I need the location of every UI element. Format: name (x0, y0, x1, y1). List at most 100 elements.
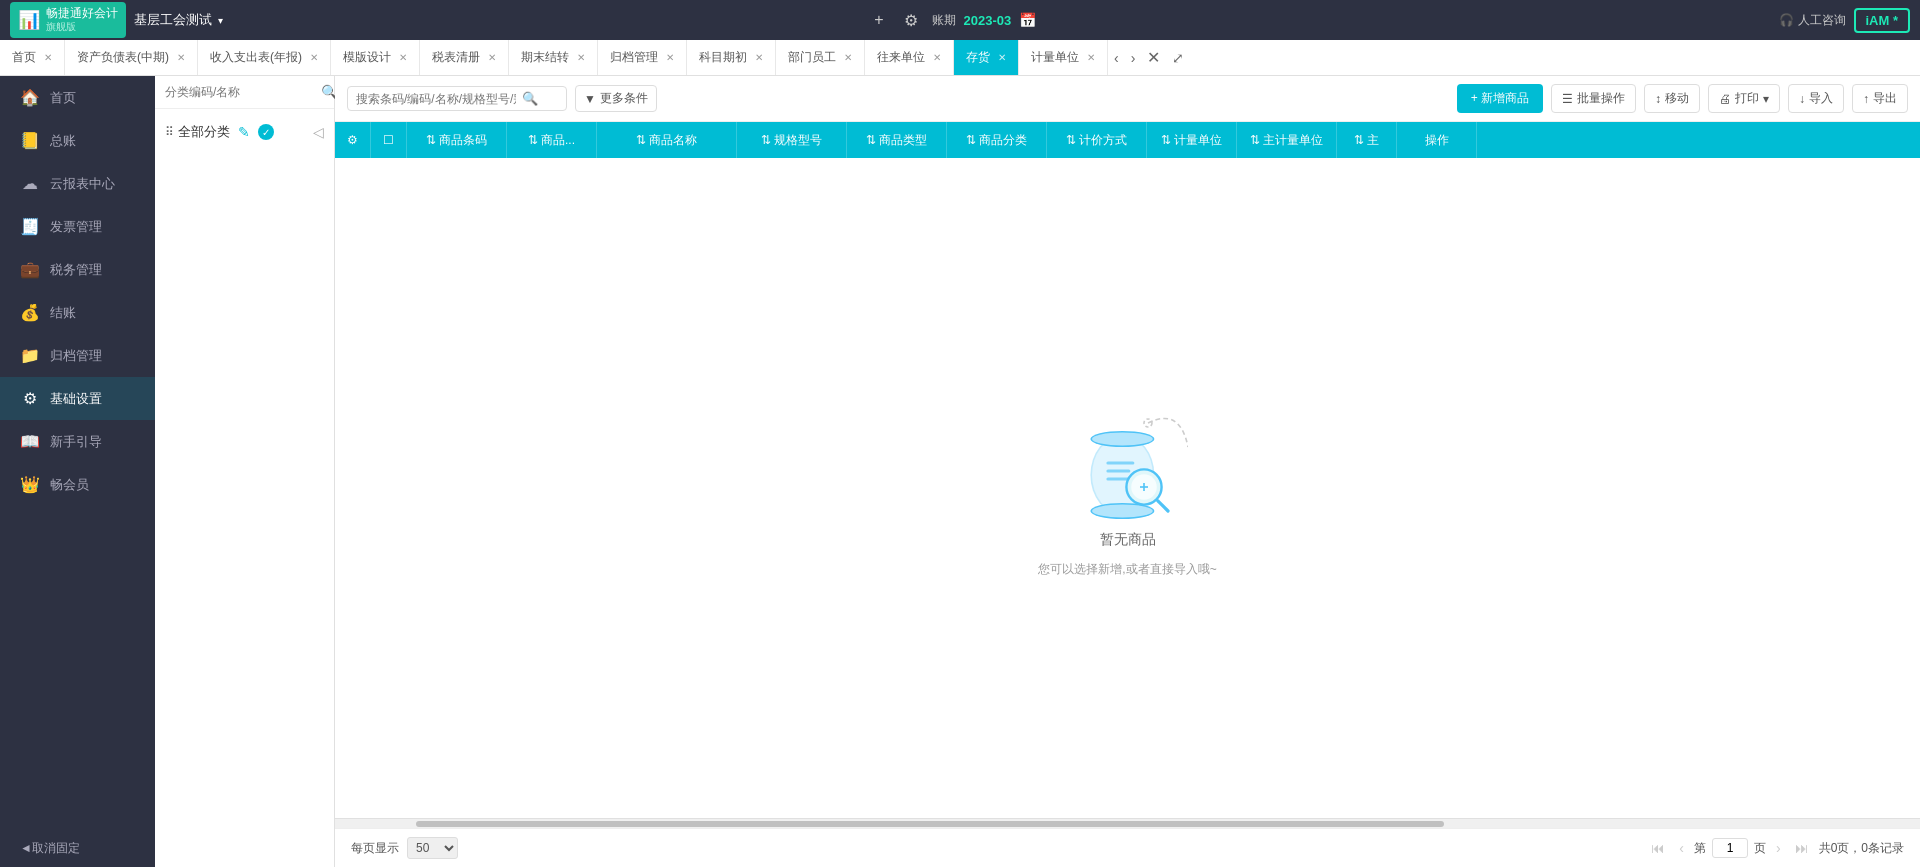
tab-balance-label: 资产负债表(中期) (77, 49, 169, 66)
sidebar-item-home-label: 首页 (50, 89, 76, 107)
page-last-button[interactable]: ⏭ (1791, 838, 1813, 858)
tab-period-close-close[interactable]: ✕ (577, 52, 585, 63)
tab-next-button[interactable]: › (1125, 50, 1142, 66)
tab-income-close[interactable]: ✕ (310, 52, 318, 63)
print-icon: 🖨 (1719, 92, 1731, 106)
th-pricing-label: 计价方式 (1079, 132, 1127, 149)
import-button[interactable]: ↓ 导入 (1788, 84, 1844, 113)
svg-point-7 (1092, 432, 1153, 445)
page-input[interactable] (1712, 838, 1748, 858)
tab-prev-button[interactable]: ‹ (1108, 50, 1125, 66)
workspace-dropdown-icon[interactable]: ▾ (218, 15, 223, 26)
th-mainunit[interactable]: ⇅ 主计量单位 (1237, 122, 1337, 158)
sidebar-item-ledger[interactable]: 📒 总账 (0, 119, 155, 162)
tab-tax[interactable]: 税表清册 ✕ (420, 40, 509, 75)
sidebar-item-cloud[interactable]: ☁ 云报表中心 (0, 162, 155, 205)
tab-measure-close[interactable]: ✕ (1087, 52, 1095, 63)
sidebar-item-tax[interactable]: 💼 税务管理 (0, 248, 155, 291)
horizontal-scrollbar[interactable] (335, 818, 1920, 828)
tab-contacts[interactable]: 往来单位 ✕ (865, 40, 954, 75)
category-search-input[interactable] (165, 85, 315, 99)
tab-expand-button[interactable]: ⤢ (1166, 50, 1190, 66)
sidebar-item-tax-label: 税务管理 (50, 261, 102, 279)
workspace-name[interactable]: 基层工会测试 ▾ (134, 11, 860, 29)
sidebar-item-member[interactable]: 👑 畅会员 (0, 463, 155, 506)
th-settings[interactable]: ⚙ (335, 122, 371, 158)
iam-button[interactable]: iAM * (1854, 8, 1911, 33)
tab-home[interactable]: 首页 ✕ (0, 40, 65, 75)
sidebar-item-archive[interactable]: 📁 归档管理 (0, 334, 155, 377)
page-unit: 页 (1754, 840, 1766, 857)
sidebar-cancel-fixed[interactable]: ◄取消固定 (0, 830, 155, 867)
tab-inventory[interactable]: 存货 ✕ (954, 40, 1019, 75)
add-tab-button[interactable]: + (868, 9, 889, 31)
scrollbar-thumb[interactable] (416, 821, 1444, 827)
tab-balance-close[interactable]: ✕ (177, 52, 185, 63)
sidebar-item-invoice[interactable]: 🧾 发票管理 (0, 205, 155, 248)
tab-archive-close[interactable]: ✕ (666, 52, 674, 63)
category-edit-btn[interactable]: ✓ (258, 124, 274, 140)
settings-button[interactable]: ⚙ (898, 9, 924, 32)
page-next-button[interactable]: › (1772, 838, 1785, 858)
sidebar-item-checkout[interactable]: 💰 结账 (0, 291, 155, 334)
sidebar-item-guide[interactable]: 📖 新手引导 (0, 420, 155, 463)
help-button[interactable]: 🎧 人工咨询 (1779, 12, 1846, 29)
tab-department-close[interactable]: ✕ (844, 52, 852, 63)
th-category[interactable]: ⇅ 商品分类 (947, 122, 1047, 158)
calendar-icon[interactable]: 📅 (1019, 12, 1036, 28)
move-button[interactable]: ↕ 移动 (1644, 84, 1700, 113)
page-prev-button[interactable]: ‹ (1675, 838, 1688, 858)
top-bar: 📊 畅捷通好会计 旗舰版 基层工会测试 ▾ + ⚙ 账期 2023-03 📅 🎧… (0, 0, 1920, 40)
tab-home-close[interactable]: ✕ (44, 52, 52, 63)
tab-archive[interactable]: 归档管理 ✕ (598, 40, 687, 75)
th-name[interactable]: ⇅ 商品名称 (597, 122, 737, 158)
th-code[interactable]: ⇅ 商品... (507, 122, 597, 158)
tab-template[interactable]: 模版设计 ✕ (331, 40, 420, 75)
tab-close-all-button[interactable]: ✕ (1141, 48, 1166, 67)
th-unit[interactable]: ⇅ 计量单位 (1147, 122, 1237, 158)
tab-subject[interactable]: 科目期初 ✕ (687, 40, 776, 75)
tab-inventory-close[interactable]: ✕ (998, 52, 1006, 63)
settings-icon: ⚙ (20, 389, 40, 408)
sidebar-item-settings[interactable]: ⚙ 基础设置 (0, 377, 155, 420)
tab-period-close[interactable]: 期末结转 ✕ (509, 40, 598, 75)
sidebar-item-member-label: 畅会员 (50, 476, 89, 494)
th-extra[interactable]: ⇅ 主 (1337, 122, 1397, 158)
sidebar-item-archive-label: 归档管理 (50, 347, 102, 365)
add-product-label: + 新增商品 (1471, 90, 1529, 107)
th-checkbox[interactable]: ☐ (371, 122, 407, 158)
empty-state: 暂无商品 您可以选择新增,或者直接导入哦~ (1038, 399, 1216, 578)
tree-grid-icon: ⠿ (165, 125, 174, 139)
product-search-input[interactable] (356, 92, 516, 106)
tab-contacts-close[interactable]: ✕ (933, 52, 941, 63)
sidebar-item-home[interactable]: 🏠 首页 (0, 76, 155, 119)
sidebar: 🏠 首页 📒 总账 ☁ 云报表中心 🧾 发票管理 💼 税务管理 💰 结账 📁 归… (0, 76, 155, 867)
batch-button[interactable]: ☰ 批量操作 (1551, 84, 1636, 113)
tab-income[interactable]: 收入支出表(年报) ✕ (198, 40, 331, 75)
category-edit-icon[interactable]: ✎ (238, 124, 250, 140)
product-search-icon[interactable]: 🔍 (522, 91, 538, 106)
tab-subject-close[interactable]: ✕ (755, 52, 763, 63)
svg-rect-3 (1106, 461, 1134, 464)
page-size-select[interactable]: 50 20 100 (407, 837, 458, 859)
more-filter-button[interactable]: ▼ 更多条件 (575, 85, 657, 112)
tab-inventory-label: 存货 (966, 49, 990, 66)
tab-tax-close[interactable]: ✕ (488, 52, 496, 63)
th-pricing[interactable]: ⇅ 计价方式 (1047, 122, 1147, 158)
th-barcode[interactable]: ⇅ 商品条码 (407, 122, 507, 158)
th-type[interactable]: ⇅ 商品类型 (847, 122, 947, 158)
tree-collapse-icon[interactable]: ◁ (313, 124, 324, 140)
th-spec[interactable]: ⇅ 规格型号 (737, 122, 847, 158)
export-button[interactable]: ↑ 导出 (1852, 84, 1908, 113)
page-first-button[interactable]: ⏮ (1647, 838, 1669, 858)
print-button[interactable]: 🖨 打印 ▾ (1708, 84, 1780, 113)
tab-template-close[interactable]: ✕ (399, 52, 407, 63)
add-product-button[interactable]: + 新增商品 (1457, 84, 1543, 113)
th-name-label: 商品名称 (649, 132, 697, 149)
th-type-label: 商品类型 (879, 132, 927, 149)
tab-measure[interactable]: 计量单位 ✕ (1019, 40, 1108, 75)
category-root-item[interactable]: ⠿ 全部分类 ✎ ✓ ◁ (155, 117, 334, 147)
tab-balance[interactable]: 资产负债表(中期) ✕ (65, 40, 198, 75)
tab-department[interactable]: 部门员工 ✕ (776, 40, 865, 75)
main-layout: 🏠 首页 📒 总账 ☁ 云报表中心 🧾 发票管理 💼 税务管理 💰 结账 📁 归… (0, 76, 1920, 867)
